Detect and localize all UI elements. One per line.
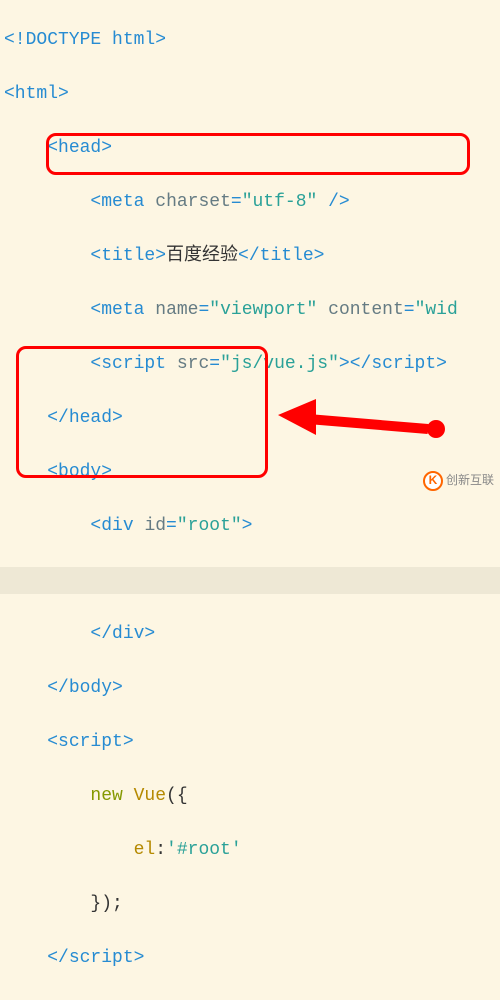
code-line: <script src="js/vue.js"></script> [0,351,500,378]
code-line: <meta name="viewport" content="wid [0,297,500,324]
code-line: <html> [0,81,500,108]
watermark-text: 创新互联 [446,467,494,494]
code-line: <meta charset="utf-8" /> [0,189,500,216]
code-line: </body> [0,675,500,702]
code-block: <!DOCTYPE html> <html> <head> <meta char… [0,0,500,1000]
code-line: <div id="root"> [0,513,500,540]
code-line: <head> [0,135,500,162]
code-line: el:'#root' [0,837,500,864]
code-line: <!DOCTYPE html> [0,27,500,54]
doctype: <!DOCTYPE html> [4,30,166,50]
code-line: <script> [0,729,500,756]
code-line: </script> [0,945,500,972]
code-line: </head> [0,405,500,432]
code-line: </div> [0,621,500,648]
code-line: </html> [0,999,500,1000]
code-line: new Vue({ [0,783,500,810]
code-line: }); [0,891,500,918]
watermark-logo-icon: K [423,471,443,491]
code-line-highlighted [0,567,500,594]
code-line: <title>百度经验</title> [0,243,500,270]
watermark: K 创新互联 [423,467,494,494]
